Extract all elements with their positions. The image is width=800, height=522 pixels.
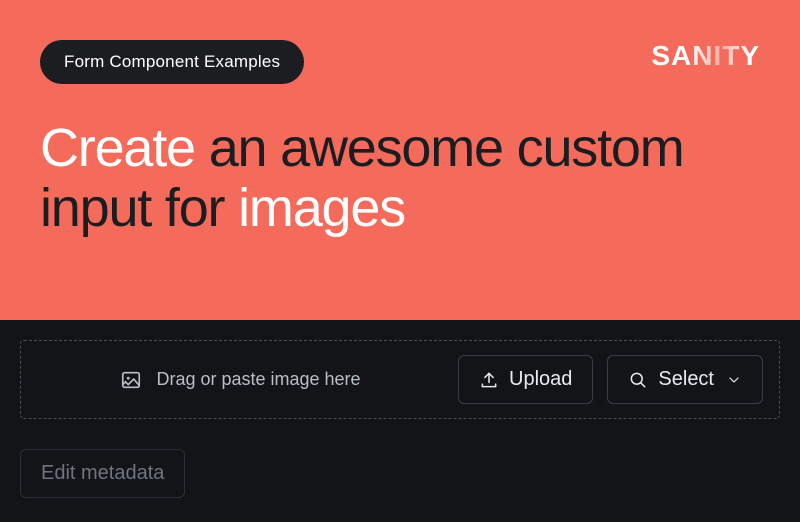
brand-text: SANITY [651,40,760,71]
brand-logo: SANITY [651,40,760,72]
image-icon [120,369,142,391]
chevron-down-icon [726,372,742,388]
headline-part-3: images [238,178,405,238]
dropzone-prompt: Drag or paste image here [37,369,444,391]
page-title: Create an awesome custom input for image… [40,118,760,239]
edit-metadata-button[interactable]: Edit metadata [20,449,185,498]
form-panel: Drag or paste image here Upload Select [0,320,800,522]
upload-label: Upload [509,368,572,391]
select-button[interactable]: Select [607,355,763,404]
upload-icon [479,370,499,390]
metadata-row: Edit metadata [20,449,780,498]
image-dropzone[interactable]: Drag or paste image here Upload Select [20,340,780,419]
select-label: Select [658,368,714,391]
search-icon [628,370,648,390]
headline-part-1: Create [40,118,195,178]
edit-metadata-label: Edit metadata [41,462,164,485]
hero-banner: Form Component Examples SANITY Create an… [0,0,800,320]
upload-button[interactable]: Upload [458,355,593,404]
dropzone-text: Drag or paste image here [156,369,360,390]
category-badge: Form Component Examples [40,40,304,84]
